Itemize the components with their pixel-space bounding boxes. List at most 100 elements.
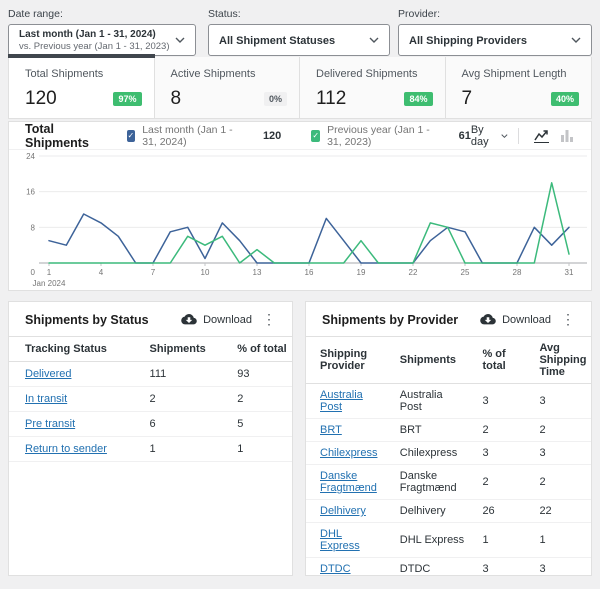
status-label: Status: bbox=[208, 8, 241, 20]
tile-label: Delivered Shipments bbox=[316, 68, 418, 80]
provider-link[interactable]: Danske Fragtmænd bbox=[320, 470, 377, 494]
shipments-cell: 1 bbox=[133, 436, 222, 462]
cell: 26 bbox=[468, 499, 526, 523]
legend-label: Last month (Jan 1 - 31, 2024) bbox=[142, 123, 233, 148]
chevron-down-icon bbox=[175, 37, 185, 43]
legend-value: 61 bbox=[458, 129, 471, 142]
shipments-cell: 2 bbox=[133, 386, 222, 412]
provider-select[interactable]: All Shipping Providers bbox=[398, 24, 592, 56]
provider-value: All Shipping Providers bbox=[409, 35, 527, 47]
table-row: Chilexpress Chilexpress 3 3 bbox=[306, 441, 591, 465]
pct-cell: 1 bbox=[221, 436, 292, 462]
date-range-select[interactable]: Last month (Jan 1 - 31, 2024) vs. Previo… bbox=[8, 24, 196, 56]
legend-label: Previous year (Jan 1 - 31, 2023) bbox=[327, 123, 430, 148]
shipment-analytics-dashboard: { "colors": { "background": "#f0f0f1", "… bbox=[0, 0, 600, 589]
status-select[interactable]: All Shipment Statuses bbox=[208, 24, 390, 56]
divider bbox=[518, 127, 519, 144]
provider-link[interactable]: Chilexpress bbox=[320, 447, 377, 459]
provider-filter: Provider: All Shipping Providers bbox=[398, 8, 592, 56]
card-title: Shipments by Status bbox=[25, 312, 149, 327]
chevron-down-icon bbox=[571, 37, 581, 43]
shipments-cell: 111 bbox=[133, 361, 222, 387]
table-row: Return to sender 1 1 bbox=[9, 436, 292, 462]
table-row: Danske Fragtmænd Danske Fragtmænd 2 2 bbox=[306, 464, 591, 500]
interval-select[interactable]: By day bbox=[471, 124, 508, 148]
svg-text:7: 7 bbox=[151, 268, 156, 277]
table-row: DTDC DTDC 3 3 bbox=[306, 557, 591, 575]
tile-delivered-shipments[interactable]: Delivered Shipments 112 84% bbox=[300, 57, 446, 118]
shipments-by-status-card: Shipments by Status Download ⋮ Tracking … bbox=[8, 301, 293, 576]
card-title: Shipments by Provider bbox=[322, 312, 459, 327]
col-tracking-status[interactable]: Tracking Status bbox=[9, 336, 134, 362]
interval-value: By day bbox=[470, 123, 489, 148]
tile-value: 112 bbox=[316, 88, 347, 109]
svg-text:13: 13 bbox=[253, 268, 262, 277]
provider-name-cell: DTDC bbox=[385, 557, 469, 575]
provider-link[interactable]: DHL Express bbox=[320, 528, 360, 552]
cell: 1 bbox=[468, 522, 526, 558]
change-badge: 0% bbox=[263, 92, 287, 106]
cell: 22 bbox=[525, 499, 591, 523]
download-button[interactable]: Download bbox=[177, 312, 256, 328]
cell: 2 bbox=[525, 418, 591, 442]
col-shipments[interactable]: Shipments bbox=[385, 336, 469, 384]
provider-link[interactable]: DTDC bbox=[320, 563, 351, 575]
checkbox-checked-icon[interactable]: ✓ bbox=[126, 129, 136, 142]
status-link[interactable]: Return to sender bbox=[25, 443, 107, 455]
tile-value: 120 bbox=[25, 88, 57, 109]
chart-header: Total Shipments ✓ Last month (Jan 1 - 31… bbox=[9, 122, 591, 150]
download-label: Download bbox=[203, 313, 252, 326]
download-button[interactable]: Download bbox=[476, 312, 555, 328]
tile-total-shipments[interactable]: Total Shipments 120 97% bbox=[8, 54, 155, 118]
provider-link[interactable]: Delhivery bbox=[320, 505, 366, 517]
provider-link[interactable]: BRT bbox=[320, 424, 342, 436]
ellipsis-menu-icon[interactable]: ⋮ bbox=[555, 311, 581, 328]
table-row: In transit 2 2 bbox=[9, 386, 292, 412]
svg-text:16: 16 bbox=[305, 268, 314, 277]
cell: 3 bbox=[525, 441, 591, 465]
date-range-filter: Date range: Last month (Jan 1 - 31, 2024… bbox=[8, 8, 196, 56]
bar-chart-toggle[interactable] bbox=[555, 127, 579, 144]
cell: 3 bbox=[468, 441, 526, 465]
cell: 3 bbox=[525, 383, 591, 419]
col-avg-shipping-time[interactable]: Avg Shipping Time bbox=[525, 336, 591, 384]
total-shipments-line-chart[interactable]: 0 8 16 24 1 4 7 10 13 16 19 22 25 28 31 Jan 2024 bbox=[9, 150, 591, 290]
table-row: Australia Post Australia Post 3 3 bbox=[306, 383, 591, 419]
status-value: All Shipment Statuses bbox=[219, 35, 336, 47]
provider-link[interactable]: Australia Post bbox=[320, 389, 363, 413]
tile-label: Avg Shipment Length bbox=[461, 68, 567, 80]
cell: 2 bbox=[468, 418, 526, 442]
col-pct-total[interactable]: % of total bbox=[221, 336, 292, 362]
svg-text:16: 16 bbox=[26, 188, 35, 197]
change-badge: 40% bbox=[550, 92, 579, 106]
status-link[interactable]: In transit bbox=[25, 393, 67, 405]
status-link[interactable]: Pre transit bbox=[25, 418, 75, 430]
status-link[interactable]: Delivered bbox=[25, 368, 71, 380]
svg-text:19: 19 bbox=[357, 268, 366, 277]
legend-current-period[interactable]: ✓ Last month (Jan 1 - 31, 2024) 120 bbox=[126, 123, 281, 148]
svg-text:10: 10 bbox=[201, 268, 210, 277]
line-chart-toggle[interactable] bbox=[529, 127, 555, 145]
checkbox-checked-icon[interactable]: ✓ bbox=[311, 129, 321, 142]
provider-table: Shipping Provider Shipments % of total A… bbox=[306, 336, 591, 575]
pct-cell: 2 bbox=[221, 386, 292, 412]
status-table: Tracking Status Shipments % of total Del… bbox=[9, 336, 292, 462]
cell: 3 bbox=[525, 557, 591, 575]
col-pct-total[interactable]: % of total bbox=[468, 336, 526, 384]
svg-text:0: 0 bbox=[31, 268, 36, 277]
tile-active-shipments[interactable]: Active Shipments 8 0% bbox=[154, 57, 300, 118]
cell: 2 bbox=[525, 464, 591, 500]
tile-avg-shipment-length[interactable]: Avg Shipment Length 7 40% bbox=[445, 57, 591, 118]
col-shipping-provider[interactable]: Shipping Provider bbox=[306, 336, 386, 384]
table-header-row: Tracking Status Shipments % of total bbox=[9, 336, 292, 362]
chevron-down-icon bbox=[501, 133, 508, 138]
svg-text:1: 1 bbox=[47, 268, 52, 277]
date-range-current: Last month (Jan 1 - 31, 2024) bbox=[19, 28, 156, 40]
legend-previous-period[interactable]: ✓ Previous year (Jan 1 - 31, 2023) 61 bbox=[311, 124, 471, 148]
ellipsis-menu-icon[interactable]: ⋮ bbox=[256, 311, 282, 328]
status-filter: Status: All Shipment Statuses bbox=[208, 8, 390, 56]
date-range-value: Last month (Jan 1 - 31, 2024) vs. Previo… bbox=[19, 29, 169, 52]
provider-name-cell: Chilexpress bbox=[385, 441, 469, 465]
svg-text:25: 25 bbox=[461, 268, 470, 277]
col-shipments[interactable]: Shipments bbox=[133, 336, 222, 362]
